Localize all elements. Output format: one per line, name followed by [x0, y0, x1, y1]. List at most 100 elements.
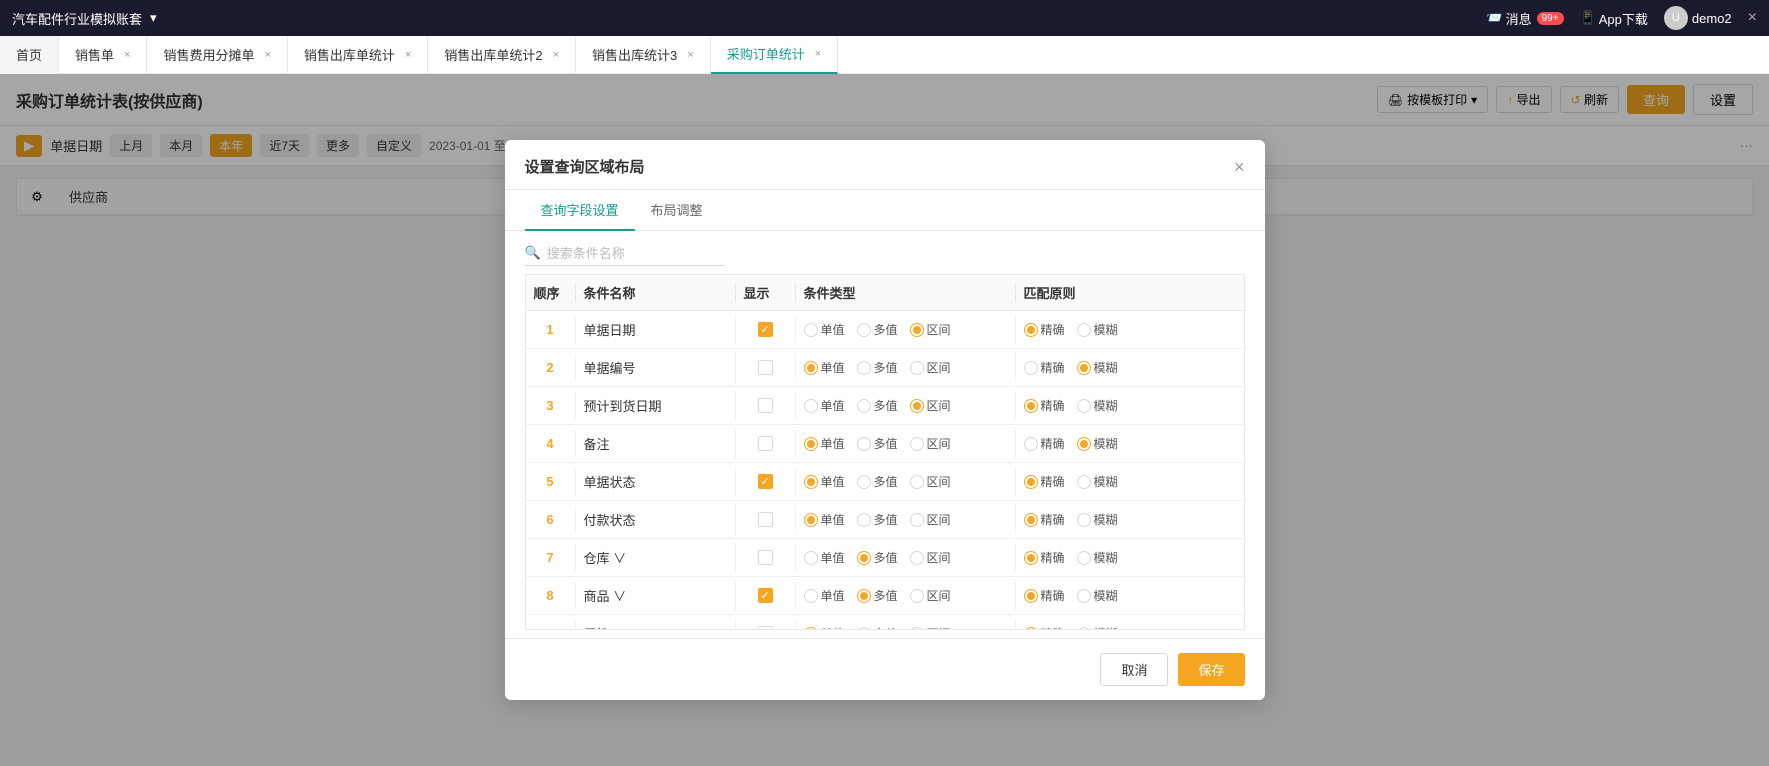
show-checkbox[interactable] — [758, 436, 773, 451]
type-radio-item[interactable]: 区间 — [910, 435, 951, 452]
match-radio-item[interactable]: 精确 — [1024, 435, 1065, 452]
dialog-tab-bar: 查询字段设置 布局调整 — [505, 190, 1265, 231]
match-radio-item[interactable]: 模糊 — [1077, 473, 1118, 490]
show-checkbox[interactable] — [758, 550, 773, 565]
type-radio-item[interactable]: 区间 — [910, 321, 951, 338]
type-radio-item[interactable]: 区间 — [910, 587, 951, 604]
dialog-close-button[interactable]: × — [1234, 158, 1245, 176]
tab-outbound2-close[interactable]: × — [553, 49, 559, 61]
cell-show[interactable] — [736, 544, 796, 571]
tab-purchase[interactable]: 采购订单统计 × — [711, 36, 838, 74]
radio-dot — [857, 551, 871, 565]
tab-outbound2[interactable]: 销售出库单统计2 × — [428, 36, 576, 74]
match-radio-item[interactable]: 模糊 — [1077, 397, 1118, 414]
tab-outbound1[interactable]: 销售出库单统计 × — [288, 36, 428, 74]
notification-label: 消息 — [1506, 9, 1532, 28]
type-radio-item[interactable]: 多值 — [857, 473, 898, 490]
type-radio-item[interactable]: 多值 — [857, 549, 898, 566]
type-radio-item[interactable]: 单值 — [804, 587, 845, 604]
type-radio-item[interactable]: 区间 — [910, 511, 951, 528]
radio-dot — [804, 513, 818, 527]
match-radio-item[interactable]: 精确 — [1024, 587, 1065, 604]
match-radio-item[interactable]: 模糊 — [1077, 625, 1118, 630]
match-radio-item[interactable]: 模糊 — [1077, 321, 1118, 338]
tab-query-fields[interactable]: 查询字段设置 — [525, 190, 635, 231]
cell-order: 7 — [526, 544, 576, 571]
type-radio-item[interactable]: 单值 — [804, 321, 845, 338]
type-radio-item[interactable]: 单值 — [804, 625, 845, 630]
match-radio-item[interactable]: 精确 — [1024, 511, 1065, 528]
type-radio-item[interactable]: 多值 — [857, 625, 898, 630]
match-radio-item[interactable]: 模糊 — [1077, 511, 1118, 528]
type-radio-item[interactable]: 单值 — [804, 549, 845, 566]
cell-show[interactable] — [736, 582, 796, 609]
match-radio-item[interactable]: 精确 — [1024, 321, 1065, 338]
tab-expense-close[interactable]: × — [264, 49, 270, 61]
cell-show[interactable] — [736, 392, 796, 419]
type-radio-item[interactable]: 区间 — [910, 359, 951, 376]
show-checkbox[interactable] — [758, 398, 773, 413]
type-radio-item[interactable]: 单值 — [804, 359, 845, 376]
match-radio-item[interactable]: 模糊 — [1077, 435, 1118, 452]
match-radio-item[interactable]: 精确 — [1024, 397, 1065, 414]
show-checkbox[interactable] — [758, 360, 773, 375]
type-radio-item[interactable]: 多值 — [857, 511, 898, 528]
type-radio-item[interactable]: 单值 — [804, 397, 845, 414]
user-area[interactable]: U demo2 — [1664, 6, 1732, 30]
type-radio-item[interactable]: 区间 — [910, 625, 951, 630]
tab-outbound3-close[interactable]: × — [687, 49, 693, 61]
type-radio-item[interactable]: 单值 — [804, 473, 845, 490]
show-checkbox[interactable] — [758, 626, 773, 630]
cell-order: 6 — [526, 506, 576, 533]
cell-name: 单据日期 — [576, 314, 736, 345]
tab-home[interactable]: 首页 — [0, 36, 59, 74]
type-radio-item[interactable]: 多值 — [857, 435, 898, 452]
type-radio-item[interactable]: 多值 — [857, 359, 898, 376]
type-radio-item[interactable]: 单值 — [804, 435, 845, 452]
dialog-search-area: 🔍 — [505, 231, 1265, 266]
show-checkbox[interactable] — [758, 322, 773, 337]
window-close-button[interactable]: × — [1748, 9, 1757, 27]
match-radio-item[interactable]: 模糊 — [1077, 549, 1118, 566]
download-icon: 📱 — [1580, 10, 1596, 26]
tab-expense[interactable]: 销售费用分摊单 × — [147, 36, 287, 74]
show-checkbox[interactable] — [758, 588, 773, 603]
match-radio-item[interactable]: 模糊 — [1077, 359, 1118, 376]
type-radio-item[interactable]: 区间 — [910, 397, 951, 414]
cell-show[interactable] — [736, 620, 796, 630]
type-radio-item[interactable]: 单值 — [804, 511, 845, 528]
match-radio-item[interactable]: 精确 — [1024, 473, 1065, 490]
cancel-button[interactable]: 取消 — [1100, 653, 1168, 686]
tab-layout[interactable]: 布局调整 — [635, 190, 719, 231]
download-area[interactable]: 📱 App下载 — [1580, 9, 1648, 28]
type-radio-item[interactable]: 多值 — [857, 321, 898, 338]
tab-sales-close[interactable]: × — [124, 49, 130, 61]
cell-show[interactable] — [736, 354, 796, 381]
tab-outbound3[interactable]: 销售出库统计3 × — [576, 36, 711, 74]
match-radio-item[interactable]: 精确 — [1024, 625, 1065, 630]
notification-area[interactable]: 📨 消息 99+ — [1486, 9, 1563, 28]
match-radio-item[interactable]: 精确 — [1024, 359, 1065, 376]
type-radio-item[interactable]: 区间 — [910, 473, 951, 490]
type-radio-item[interactable]: 区间 — [910, 549, 951, 566]
show-checkbox[interactable] — [758, 474, 773, 489]
match-radio-item[interactable]: 精确 — [1024, 549, 1065, 566]
tab-expense-label: 销售费用分摊单 — [163, 45, 254, 64]
cell-show[interactable] — [736, 506, 796, 533]
tab-purchase-close[interactable]: × — [815, 48, 821, 60]
match-radio-item[interactable]: 模糊 — [1077, 587, 1118, 604]
cell-show[interactable] — [736, 316, 796, 343]
dropdown-icon[interactable]: ▾ — [150, 10, 157, 26]
radio-dot — [1077, 399, 1091, 413]
radio-dot — [1077, 475, 1091, 489]
tab-sales[interactable]: 销售单 × — [59, 36, 147, 74]
tab-outbound1-close[interactable]: × — [405, 49, 411, 61]
show-checkbox[interactable] — [758, 512, 773, 527]
cell-show[interactable] — [736, 468, 796, 495]
type-radio-item[interactable]: 多值 — [857, 587, 898, 604]
search-input[interactable] — [547, 246, 707, 261]
save-button[interactable]: 保存 — [1178, 653, 1244, 686]
dialog-header: 设置查询区域布局 × — [505, 140, 1265, 190]
type-radio-item[interactable]: 多值 — [857, 397, 898, 414]
cell-show[interactable] — [736, 430, 796, 457]
